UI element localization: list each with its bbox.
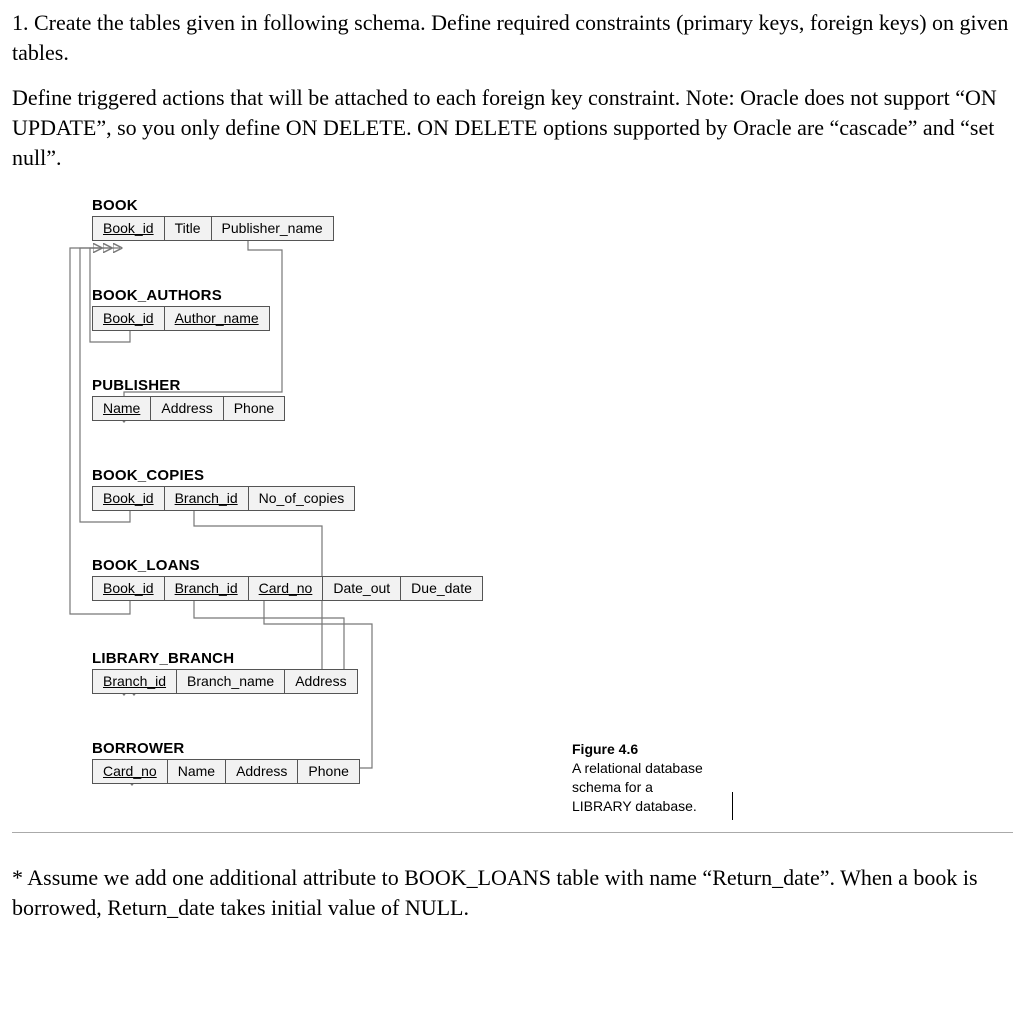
col-date-out: Date_out (323, 577, 401, 600)
col-book-id: Book_id (93, 487, 165, 510)
table-row: Book_id Branch_id No_of_copies (92, 486, 355, 511)
figure-line: schema for a (572, 778, 703, 797)
col-name: Name (168, 760, 226, 783)
col-card-no: Card_no (93, 760, 168, 783)
table-name: BOOK_AUTHORS (92, 287, 270, 304)
col-address: Address (285, 670, 356, 693)
table-name: PUBLISHER (92, 377, 285, 394)
col-phone: Phone (224, 397, 284, 420)
table-book-loans: BOOK_LOANS Book_id Branch_id Card_no Dat… (92, 557, 483, 601)
table-name: BOOK_LOANS (92, 557, 483, 574)
table-row: Name Address Phone (92, 396, 285, 421)
col-address: Address (151, 397, 223, 420)
table-name: BOOK (92, 197, 334, 214)
col-title: Title (165, 217, 212, 240)
table-name: LIBRARY_BRANCH (92, 650, 358, 667)
page-root: 1. Create the tables given in following … (0, 0, 1025, 959)
col-branch-name: Branch_name (177, 670, 285, 693)
table-name: BOOK_COPIES (92, 467, 355, 484)
table-row: Book_id Title Publisher_name (92, 216, 334, 241)
figure-title: Figure 4.6 (572, 740, 703, 759)
schema-diagram: BOOK Book_id Title Publisher_name BOOK_A… (12, 192, 1012, 822)
col-name: Name (93, 397, 151, 420)
figure-caption: Figure 4.6 A relational database schema … (572, 740, 703, 816)
col-book-id: Book_id (93, 577, 165, 600)
footnote-paragraph: * Assume we add one additional attribute… (12, 863, 1013, 922)
col-author-name: Author_name (165, 307, 269, 330)
table-library-branch: LIBRARY_BRANCH Branch_id Branch_name Add… (92, 650, 358, 694)
figure-line: LIBRARY database. (572, 797, 703, 816)
divider-line (12, 832, 1013, 833)
figure-line: A relational database (572, 759, 703, 778)
question-paragraph-1: 1. Create the tables given in following … (12, 8, 1013, 67)
col-book-id: Book_id (93, 217, 165, 240)
col-address: Address (226, 760, 298, 783)
col-due-date: Due_date (401, 577, 482, 600)
col-no-of-copies: No_of_copies (249, 487, 355, 510)
table-book-authors: BOOK_AUTHORS Book_id Author_name (92, 287, 270, 331)
table-book: BOOK Book_id Title Publisher_name (92, 197, 334, 241)
table-borrower: BORROWER Card_no Name Address Phone (92, 740, 360, 784)
table-name: BORROWER (92, 740, 360, 757)
col-book-id: Book_id (93, 307, 165, 330)
table-publisher: PUBLISHER Name Address Phone (92, 377, 285, 421)
col-publisher-name: Publisher_name (212, 217, 333, 240)
table-row: Book_id Branch_id Card_no Date_out Due_d… (92, 576, 483, 601)
text-cursor-icon (732, 792, 733, 820)
table-row: Book_id Author_name (92, 306, 270, 331)
table-book-copies: BOOK_COPIES Book_id Branch_id No_of_copi… (92, 467, 355, 511)
table-row: Branch_id Branch_name Address (92, 669, 358, 694)
question-paragraph-2: Define triggered actions that will be at… (12, 83, 1013, 172)
col-branch-id: Branch_id (93, 670, 177, 693)
col-branch-id: Branch_id (165, 577, 249, 600)
col-branch-id: Branch_id (165, 487, 249, 510)
col-phone: Phone (298, 760, 358, 783)
col-card-no: Card_no (249, 577, 324, 600)
table-row: Card_no Name Address Phone (92, 759, 360, 784)
